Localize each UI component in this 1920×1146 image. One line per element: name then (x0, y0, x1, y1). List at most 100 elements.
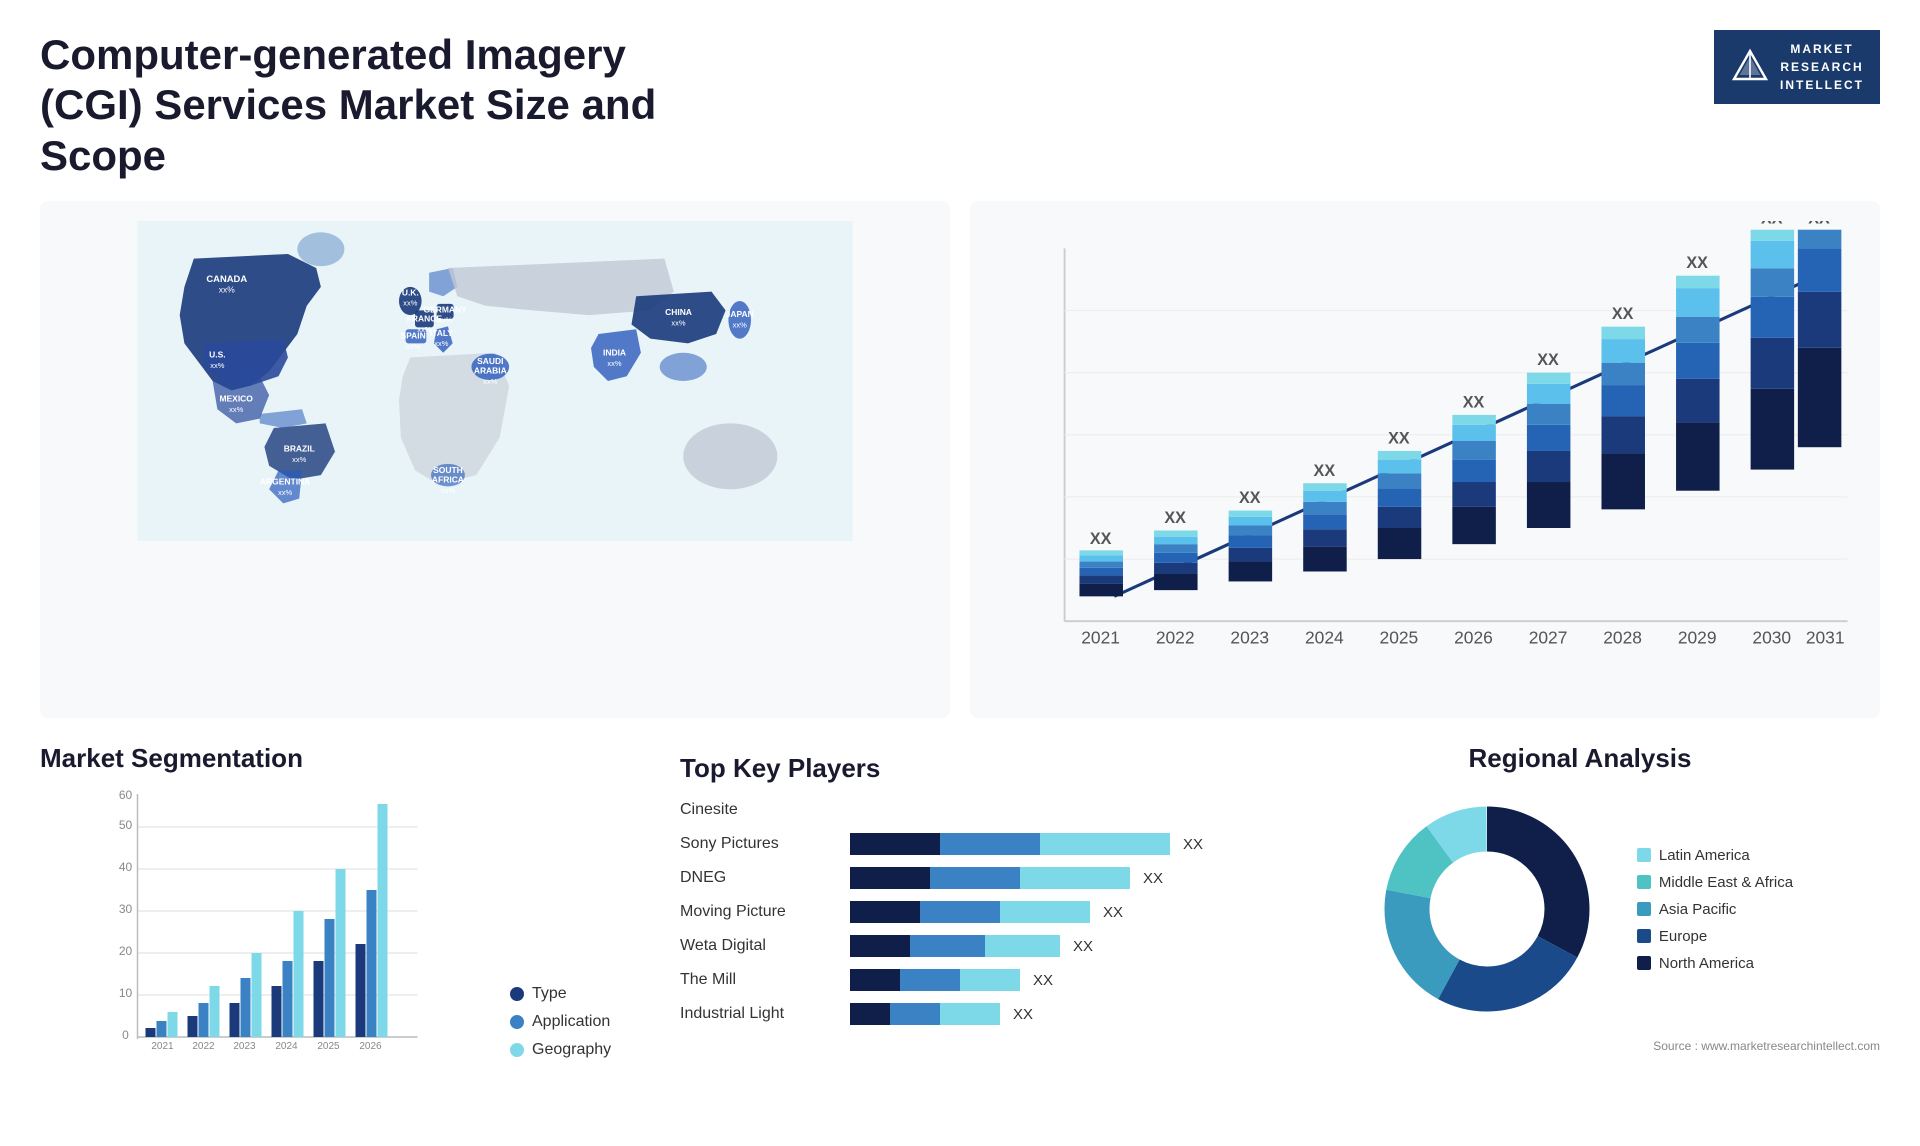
legend-asia-pacific: Asia Pacific (1637, 901, 1793, 918)
geography-label: Geography (532, 1041, 611, 1059)
player-name-industrial: Industrial Light (680, 1005, 840, 1023)
geography-dot (510, 1043, 524, 1057)
asia-pacific-color (1637, 902, 1651, 916)
application-dot (510, 1015, 524, 1029)
svg-text:2027: 2027 (1529, 628, 1568, 648)
svg-text:ARGENTINA: ARGENTINA (260, 477, 310, 487)
type-label: Type (532, 985, 567, 1003)
svg-text:XX: XX (1164, 509, 1186, 527)
svg-text:xx%: xx% (219, 285, 235, 295)
svg-text:2026: 2026 (359, 1041, 382, 1052)
player-row-dneg: DNEG XX (680, 867, 1240, 889)
svg-text:GERMANY: GERMANY (423, 304, 467, 314)
player-row-weta: Weta Digital XX (680, 935, 1240, 957)
donut-svg (1367, 789, 1607, 1029)
player-row-mill: The Mill XX (680, 969, 1240, 991)
svg-text:10: 10 (119, 986, 133, 1000)
key-players-section: Top Key Players Cinesite Sony Pictures X… (660, 743, 1260, 1059)
player-value-dneg: XX (1143, 870, 1163, 887)
svg-text:XX: XX (1612, 305, 1634, 323)
svg-text:BRAZIL: BRAZIL (284, 444, 315, 454)
player-name-mill: The Mill (680, 971, 840, 989)
svg-text:xx%: xx% (229, 405, 244, 414)
player-row-industrial: Industrial Light XX (680, 1003, 1240, 1025)
player-bar-cinesite (850, 799, 1240, 821)
svg-text:XX: XX (1090, 530, 1112, 548)
regional-section: Regional Analysis (1280, 743, 1880, 1059)
legend-type: Type (510, 985, 640, 1003)
svg-text:MEXICO: MEXICO (219, 394, 253, 404)
svg-text:30: 30 (119, 902, 133, 916)
logo-area: MARKET RESEARCH INTELLECT (1714, 30, 1880, 104)
page-title: Computer-generated Imagery (CGI) Service… (40, 30, 740, 181)
middle-east-color (1637, 875, 1651, 889)
asia-pacific-label: Asia Pacific (1659, 901, 1737, 918)
svg-text:xx%: xx% (607, 359, 622, 368)
donut-container: Latin America Middle East & Africa Asia … (1367, 789, 1793, 1029)
europe-label: Europe (1659, 928, 1707, 945)
regional-title: Regional Analysis (1469, 743, 1692, 774)
logo-box: MARKET RESEARCH INTELLECT (1714, 30, 1880, 104)
svg-text:JAPAN: JAPAN (726, 309, 754, 319)
svg-text:2022: 2022 (1156, 628, 1195, 648)
map-section: CANADA xx% U.S. xx% MEXICO xx% BRAZIL xx… (40, 201, 950, 718)
svg-text:50: 50 (119, 818, 133, 832)
legend-middle-east: Middle East & Africa (1637, 874, 1793, 891)
svg-text:2023: 2023 (1230, 628, 1269, 648)
svg-text:2025: 2025 (317, 1041, 340, 1052)
svg-text:xx%: xx% (483, 377, 498, 386)
player-row-cinesite: Cinesite (680, 799, 1240, 821)
key-players-title: Top Key Players (680, 753, 1240, 784)
middle-east-label: Middle East & Africa (1659, 874, 1793, 891)
svg-text:xx%: xx% (406, 342, 421, 351)
logo-icon (1730, 47, 1770, 87)
player-value-moving-picture: XX (1103, 904, 1123, 921)
svg-text:XX: XX (1239, 489, 1261, 507)
svg-text:CHINA: CHINA (665, 307, 692, 317)
svg-text:INDIA: INDIA (603, 348, 626, 358)
svg-text:XX: XX (1686, 254, 1708, 272)
svg-text:XX: XX (1463, 394, 1485, 412)
svg-text:AFRICA: AFRICA (432, 475, 464, 485)
application-label: Application (532, 1013, 610, 1031)
svg-text:ITALY: ITALY (430, 328, 453, 338)
svg-text:0: 0 (122, 1028, 129, 1042)
player-name-weta: Weta Digital (680, 937, 840, 955)
north-america-color (1637, 956, 1651, 970)
player-name-cinesite: Cinesite (680, 801, 840, 819)
player-bar-weta: XX (850, 935, 1240, 957)
svg-text:xx%: xx% (438, 316, 453, 325)
player-bar-mill: XX (850, 969, 1240, 991)
svg-text:2024: 2024 (1305, 628, 1344, 648)
svg-text:2028: 2028 (1603, 628, 1642, 648)
svg-text:60: 60 (119, 789, 133, 802)
svg-text:SPAIN: SPAIN (400, 331, 425, 341)
legend-north-america: North America (1637, 955, 1793, 972)
page-container: Computer-generated Imagery (CGI) Service… (0, 0, 1920, 1146)
svg-text:2030: 2030 (1752, 628, 1791, 648)
svg-text:2022: 2022 (192, 1041, 215, 1052)
svg-text:2029: 2029 (1678, 628, 1717, 648)
header: Computer-generated Imagery (CGI) Service… (40, 30, 1880, 181)
svg-text:xx%: xx% (278, 488, 293, 497)
player-name-sony: Sony Pictures (680, 835, 840, 853)
segmentation-legend: Type Application Geography (510, 985, 640, 1059)
svg-text:XX: XX (1388, 430, 1410, 448)
svg-text:U.K.: U.K. (402, 288, 419, 298)
svg-text:xx%: xx% (292, 455, 307, 464)
world-map-svg: CANADA xx% U.S. xx% MEXICO xx% BRAZIL xx… (60, 221, 930, 541)
svg-text:xx%: xx% (403, 299, 418, 308)
svg-text:2021: 2021 (1081, 628, 1120, 648)
player-value-mill: XX (1033, 972, 1053, 989)
player-bar-industrial: XX (850, 1003, 1240, 1025)
svg-text:xx%: xx% (441, 486, 456, 495)
svg-text:2021: 2021 (151, 1041, 174, 1052)
svg-text:xx%: xx% (434, 339, 449, 348)
latin-america-color (1637, 848, 1651, 862)
player-value-sony: XX (1183, 836, 1203, 853)
player-name-dneg: DNEG (680, 869, 840, 887)
svg-text:xx%: xx% (671, 319, 686, 328)
svg-text:XX: XX (1537, 351, 1559, 369)
segmentation-title: Market Segmentation (40, 743, 640, 774)
bar-chart-section: XX XX XX (970, 201, 1880, 718)
